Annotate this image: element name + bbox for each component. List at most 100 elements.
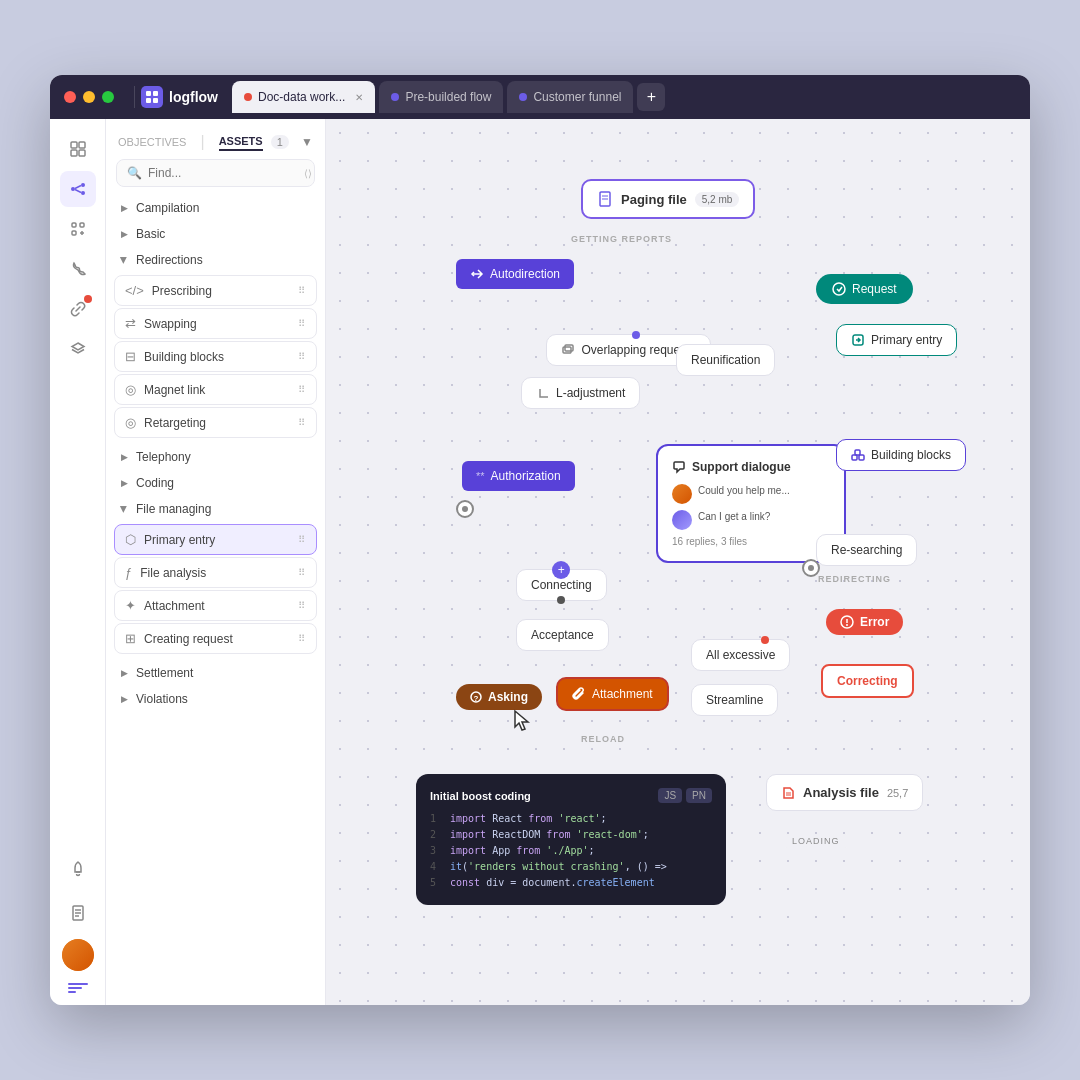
asking-label: Asking — [488, 690, 528, 704]
line-text-1: import React from 'react'; — [450, 811, 607, 827]
maximize-button[interactable] — [102, 91, 114, 103]
request-label: Request — [852, 282, 897, 296]
canvas-area[interactable]: Paging file 5,2 mb GETTING REPORTS Autod… — [326, 119, 1030, 1005]
sidebar-icon-phone[interactable] — [60, 251, 96, 287]
asset-primary-entry[interactable]: ⬡ Primary entry ⠿ — [114, 524, 317, 555]
all-excessive-node[interactable]: All excessive — [691, 639, 790, 671]
connector-circle-2 — [802, 559, 820, 577]
tree-item-redirections[interactable]: ▶ Redirections — [106, 247, 325, 273]
sidebar-icon-layers[interactable] — [60, 331, 96, 367]
tree-label-telephony: Telephony — [136, 450, 313, 464]
search-toggle-icon[interactable]: ⟨⟩ — [304, 168, 312, 179]
re-searching-node[interactable]: Re-searching — [816, 534, 917, 566]
l-adjustment-node[interactable]: L-adjustment — [521, 377, 640, 409]
authorization-node[interactable]: ** Authorization — [462, 461, 575, 491]
reunification-node[interactable]: Reunification — [676, 344, 775, 376]
panel-filter-icon[interactable]: ▼ — [301, 135, 313, 149]
tree-item-telephony[interactable]: ▶ Telephony — [106, 444, 325, 470]
asset-retargeting[interactable]: ◎ Retargeting ⠿ — [114, 407, 317, 438]
asset-building-blocks[interactable]: ⊟ Building blocks ⠿ — [114, 341, 317, 372]
add-tab-button[interactable]: + — [637, 83, 665, 111]
autodirection-label: Autodirection — [490, 267, 560, 281]
primary-entry-icon — [851, 333, 865, 347]
tree-item-violations[interactable]: ▶ Violations — [106, 686, 325, 712]
asset-icon-primary-entry: ⬡ — [125, 532, 136, 547]
sidebar-bottom — [60, 851, 96, 993]
close-button[interactable] — [64, 91, 76, 103]
asset-magnet-link[interactable]: ◎ Magnet link ⠿ — [114, 374, 317, 405]
asking-icon: ? — [470, 691, 482, 703]
autodirection-icon — [470, 267, 484, 281]
asking-node[interactable]: ? Asking — [456, 684, 542, 710]
asset-dots-file-analysis: ⠿ — [298, 567, 306, 578]
svg-rect-3 — [153, 98, 158, 103]
streamline-node[interactable]: Streamline — [691, 684, 778, 716]
svg-point-49 — [833, 283, 845, 295]
tree-item-file-managing[interactable]: ▶ File managing — [106, 496, 325, 522]
building-blocks-icon — [851, 448, 865, 462]
tab-dot-3 — [519, 93, 527, 101]
svg-rect-5 — [79, 142, 85, 148]
asset-dots-retargeting: ⠿ — [298, 417, 306, 428]
autodirection-node[interactable]: Autodirection — [456, 259, 574, 289]
sidebar-icon-grid[interactable] — [60, 131, 96, 167]
sidebar-icon-docs[interactable] — [60, 895, 96, 931]
building-blocks-right-label: Building blocks — [871, 448, 951, 462]
asset-creating-request[interactable]: ⊞ Creating request ⠿ — [114, 623, 317, 654]
sidebar-icon-settings[interactable] — [60, 211, 96, 247]
error-node[interactable]: Error — [826, 609, 903, 635]
svg-point-10 — [81, 191, 85, 195]
tree-label-coding: Coding — [136, 476, 313, 490]
request-node[interactable]: Request — [816, 274, 913, 304]
asset-dots-creating-request: ⠿ — [298, 633, 306, 644]
tab-pre-builded[interactable]: Pre-builded flow — [379, 81, 503, 113]
overlapping-icon — [561, 343, 575, 357]
sidebar-icon-bell[interactable] — [60, 851, 96, 887]
correcting-node[interactable]: Correcting — [821, 664, 914, 698]
building-blocks-right-node[interactable]: Building blocks — [836, 439, 966, 471]
primary-entry-right-node[interactable]: Primary entry — [836, 324, 957, 356]
sidebar-icon-link[interactable] — [60, 291, 96, 327]
asset-file-analysis[interactable]: ƒ File analysis ⠿ — [114, 557, 317, 588]
tree-item-basic[interactable]: ▶ Basic — [106, 221, 325, 247]
svg-point-58 — [846, 624, 848, 626]
paging-size-badge: 5,2 mb — [695, 192, 740, 207]
analysis-file-node[interactable]: Analysis file 25,7 — [766, 774, 923, 811]
tab-assets[interactable]: ASSETS — [219, 133, 263, 151]
minimize-button[interactable] — [83, 91, 95, 103]
code-badge-js: JS — [658, 788, 682, 803]
asset-label-swapping: Swapping — [144, 317, 290, 331]
chat-text-1: Could you help me... — [698, 484, 790, 497]
l-adjustment-icon — [536, 386, 550, 400]
tab-objectives[interactable]: OBJECTIVES — [118, 134, 186, 150]
arrow-icon-settlement: ▶ — [118, 667, 130, 679]
user-avatar[interactable] — [62, 939, 94, 971]
analysis-icon — [781, 786, 795, 800]
attachment-node[interactable]: Attachment — [556, 677, 669, 711]
tab-doc-data[interactable]: Doc-data work... ✕ — [232, 81, 375, 113]
connecting-node[interactable]: + Connecting — [516, 569, 607, 601]
paging-file-node[interactable]: Paging file 5,2 mb — [581, 179, 755, 219]
sidebar-icon-flow[interactable] — [60, 171, 96, 207]
asset-prescribing[interactable]: </> Prescribing ⠿ — [114, 275, 317, 306]
search-icon: 🔍 — [127, 166, 142, 180]
tree-item-coding[interactable]: ▶ Coding — [106, 470, 325, 496]
tree-label-file-managing: File managing — [136, 502, 313, 516]
arrow-icon-coding: ▶ — [118, 477, 130, 489]
acceptance-node[interactable]: Acceptance — [516, 619, 609, 651]
asset-swapping[interactable]: ⇄ Swapping ⠿ — [114, 308, 317, 339]
search-input[interactable] — [148, 166, 298, 180]
svg-rect-50 — [563, 347, 571, 353]
tab-close-1[interactable]: ✕ — [355, 92, 363, 103]
attachment-icon — [572, 687, 586, 701]
tree-item-settlement[interactable]: ▶ Settlement — [106, 660, 325, 686]
streamline-label: Streamline — [706, 693, 763, 707]
asset-attachment[interactable]: ✦ Attachment ⠿ — [114, 590, 317, 621]
code-block[interactable]: Initial boost coding JS PN 1 import Reac… — [416, 774, 726, 905]
tab-label-2: Pre-builded flow — [405, 90, 491, 104]
tree-item-campilation[interactable]: ▶ Campilation — [106, 195, 325, 221]
bar-3 — [68, 991, 76, 993]
code-header: Initial boost coding JS PN — [430, 788, 712, 803]
tab-customer-funnel[interactable]: Customer funnel — [507, 81, 633, 113]
svg-rect-15 — [72, 231, 76, 235]
